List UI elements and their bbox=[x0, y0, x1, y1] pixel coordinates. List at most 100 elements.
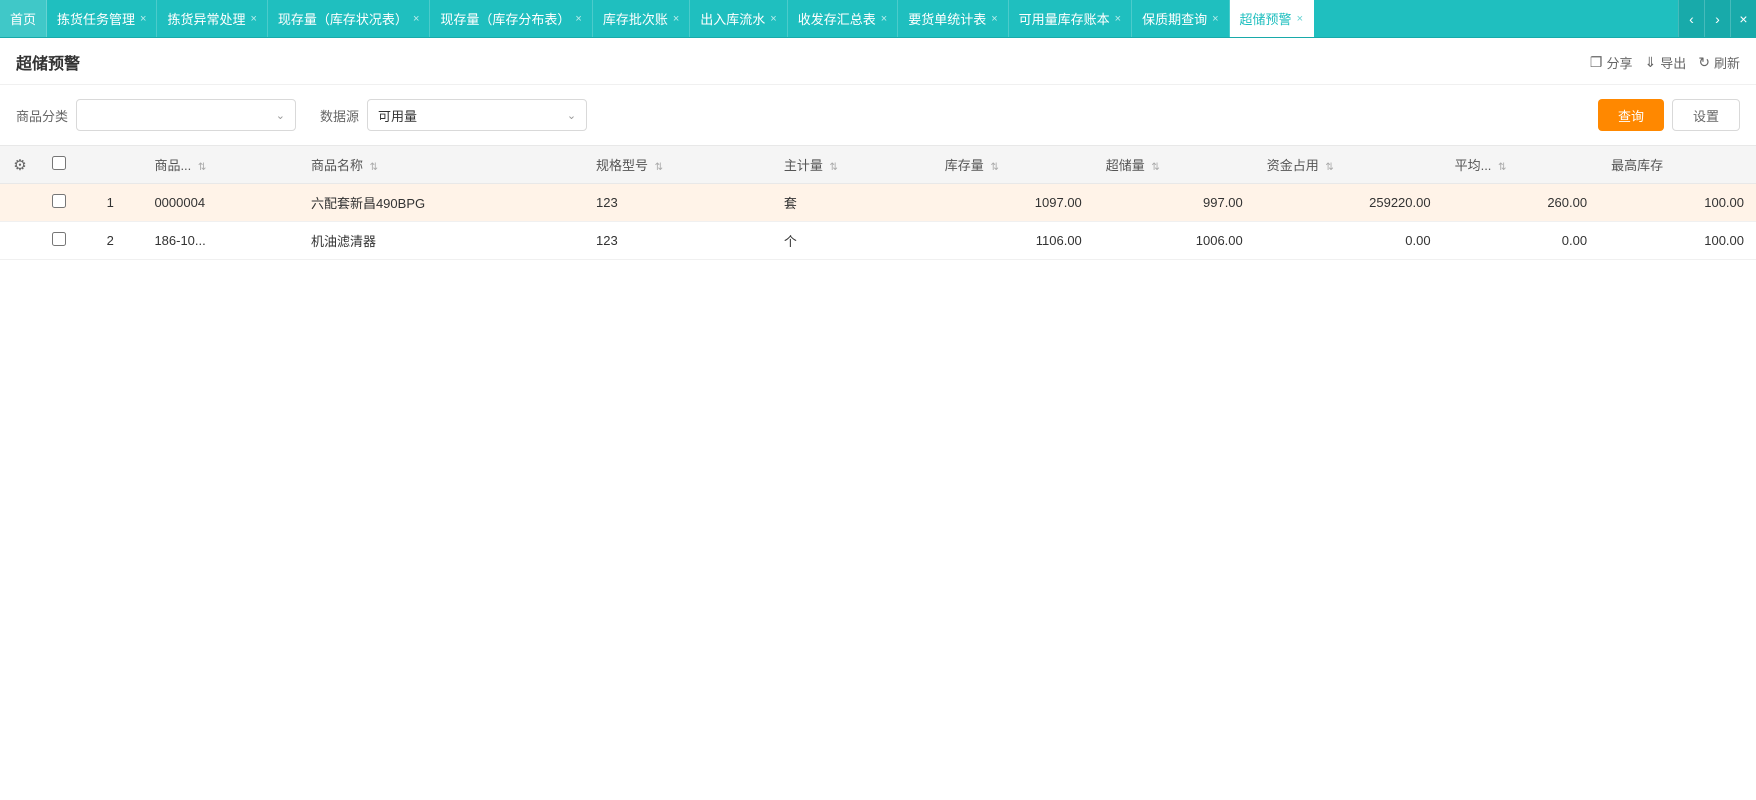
nav-tab-quality-check[interactable]: 保质期查询 × bbox=[1132, 0, 1229, 38]
sort-product-code-icon: ⇅ bbox=[198, 162, 206, 173]
datasource-label: 数据源 bbox=[320, 106, 359, 125]
td-max-stock-0: 100.00 bbox=[1599, 184, 1756, 222]
close-tab-receive-summary[interactable]: × bbox=[881, 13, 887, 25]
share-icon: ❐ bbox=[1590, 54, 1603, 71]
td-overstock-qty-0: 997.00 bbox=[1094, 184, 1255, 222]
category-select[interactable]: ⌄ bbox=[76, 99, 296, 131]
select-all-checkbox[interactable] bbox=[52, 156, 66, 170]
nav-tab-abnormal-proc[interactable]: 拣货异常处理 × bbox=[157, 0, 267, 38]
refresh-button[interactable]: ↻ 刷新 bbox=[1698, 53, 1740, 72]
th-index bbox=[78, 146, 142, 184]
export-icon: ⇓ bbox=[1645, 54, 1657, 71]
th-stock-qty[interactable]: 库存量 ⇅ bbox=[933, 146, 1094, 184]
th-overstock-qty[interactable]: 超储量 ⇅ bbox=[1094, 146, 1255, 184]
close-tab-inout-flow[interactable]: × bbox=[770, 13, 776, 25]
close-tab-overstock-warn[interactable]: × bbox=[1297, 13, 1303, 25]
td-product-code-1: 186-10... bbox=[142, 222, 299, 260]
table-row: 1 0000004 六配套新昌490BPG 123 套 1097.00 997.… bbox=[0, 184, 1756, 222]
share-button[interactable]: ❐ 分享 bbox=[1590, 53, 1633, 72]
nav-tab-stock-status[interactable]: 现存量（库存状况表） × bbox=[268, 0, 430, 38]
nav-tab-avail-account[interactable]: 可用量库存账本 × bbox=[1009, 0, 1132, 38]
td-avg-1: 0.00 bbox=[1443, 222, 1600, 260]
export-button[interactable]: ⇓ 导出 bbox=[1645, 53, 1687, 72]
td-avg-0: 260.00 bbox=[1443, 184, 1600, 222]
nav-tab-receive-summary[interactable]: 收发存汇总表 × bbox=[788, 0, 898, 38]
row-checkbox-1[interactable] bbox=[52, 232, 66, 246]
td-settings-0 bbox=[0, 184, 40, 222]
nav-tab-overstock-warn[interactable]: 超储预警 × bbox=[1230, 0, 1314, 38]
th-max-stock[interactable]: 最高库存 bbox=[1599, 146, 1756, 184]
th-spec[interactable]: 规格型号 ⇅ bbox=[584, 146, 772, 184]
close-tab-avail-account[interactable]: × bbox=[1115, 13, 1121, 25]
nav-arrows: ‹ › × bbox=[1678, 0, 1756, 38]
datasource-dropdown-icon: ⌄ bbox=[567, 109, 576, 122]
td-unit-0: 套 bbox=[772, 184, 933, 222]
td-product-name-1: 机油滤清器 bbox=[299, 222, 584, 260]
column-settings-icon[interactable]: ⚙ bbox=[13, 157, 26, 174]
nav-tab-order-stats[interactable]: 要货单统计表 × bbox=[898, 0, 1008, 38]
td-index-1: 2 bbox=[78, 222, 142, 260]
td-capital-use-0: 259220.00 bbox=[1255, 184, 1443, 222]
td-settings-1 bbox=[0, 222, 40, 260]
row-checkbox-0[interactable] bbox=[52, 194, 66, 208]
td-product-code-0: 0000004 bbox=[142, 184, 299, 222]
td-product-name-0: 六配套新昌490BPG bbox=[299, 184, 584, 222]
top-nav: 首页 拣货任务管理 × 拣货异常处理 × 现存量（库存状况表） × 现存量（库存… bbox=[0, 0, 1756, 38]
page-title: 超储预警 bbox=[16, 50, 80, 74]
sort-spec-icon: ⇅ bbox=[655, 162, 663, 173]
close-tab-batch-account[interactable]: × bbox=[673, 13, 679, 25]
nav-tab-stock-dist[interactable]: 现存量（库存分布表） × bbox=[430, 0, 592, 38]
refresh-icon: ↻ bbox=[1698, 54, 1710, 71]
table-container: ⚙ 商品... ⇅ 商品名称 ⇅ 规格型号 bbox=[0, 145, 1756, 260]
category-dropdown-icon: ⌄ bbox=[276, 109, 285, 122]
query-button[interactable]: 查询 bbox=[1598, 99, 1664, 131]
datasource-filter: 数据源 可用量 ⌄ bbox=[320, 99, 587, 131]
settings-button[interactable]: 设置 bbox=[1672, 99, 1740, 131]
sort-avg-icon: ⇅ bbox=[1498, 162, 1506, 173]
table-row: 2 186-10... 机油滤清器 123 个 1106.00 1006.00 … bbox=[0, 222, 1756, 260]
nav-tab-task-mgmt[interactable]: 拣货任务管理 × bbox=[47, 0, 157, 38]
nav-tab-home[interactable]: 首页 bbox=[0, 0, 47, 38]
filter-area: 商品分类 ⌄ 数据源 可用量 ⌄ 查询 设置 bbox=[0, 85, 1756, 145]
sort-capital-use-icon: ⇅ bbox=[1325, 162, 1333, 173]
td-stock-qty-1: 1106.00 bbox=[933, 222, 1094, 260]
nav-close-button[interactable]: × bbox=[1730, 0, 1756, 38]
close-tab-order-stats[interactable]: × bbox=[991, 13, 997, 25]
th-checkbox bbox=[40, 146, 78, 184]
th-unit[interactable]: 主计量 ⇅ bbox=[772, 146, 933, 184]
category-label: 商品分类 bbox=[16, 106, 68, 125]
page-container: 超储预警 ❐ 分享 ⇓ 导出 ↻ 刷新 商品分类 ⌄ 数据源 bbox=[0, 38, 1756, 800]
nav-next-button[interactable]: › bbox=[1704, 0, 1730, 38]
th-settings: ⚙ bbox=[0, 146, 40, 184]
nav-tab-batch-account[interactable]: 库存批次账 × bbox=[593, 0, 690, 38]
td-checkbox-0[interactable] bbox=[40, 184, 78, 222]
close-tab-task-mgmt[interactable]: × bbox=[140, 13, 146, 25]
td-spec-0: 123 bbox=[584, 184, 772, 222]
close-tab-abnormal-proc[interactable]: × bbox=[250, 13, 256, 25]
header-actions: ❐ 分享 ⇓ 导出 ↻ 刷新 bbox=[1590, 53, 1740, 72]
close-tab-quality-check[interactable]: × bbox=[1212, 13, 1218, 25]
close-tab-stock-status[interactable]: × bbox=[413, 13, 419, 25]
datasource-value: 可用量 bbox=[378, 106, 417, 125]
td-stock-qty-0: 1097.00 bbox=[933, 184, 1094, 222]
filter-buttons: 查询 设置 bbox=[1598, 99, 1740, 131]
th-product-code[interactable]: 商品... ⇅ bbox=[142, 146, 299, 184]
td-checkbox-1[interactable] bbox=[40, 222, 78, 260]
th-capital-use[interactable]: 资金占用 ⇅ bbox=[1255, 146, 1443, 184]
table-header-row: ⚙ 商品... ⇅ 商品名称 ⇅ 规格型号 bbox=[0, 146, 1756, 184]
td-max-stock-1: 100.00 bbox=[1599, 222, 1756, 260]
nav-tab-inout-flow[interactable]: 出入库流水 × bbox=[690, 0, 787, 38]
nav-prev-button[interactable]: ‹ bbox=[1678, 0, 1704, 38]
th-product-name[interactable]: 商品名称 ⇅ bbox=[299, 146, 584, 184]
td-capital-use-1: 0.00 bbox=[1255, 222, 1443, 260]
th-avg[interactable]: 平均... ⇅ bbox=[1443, 146, 1600, 184]
sort-unit-icon: ⇅ bbox=[829, 162, 837, 173]
page-header: 超储预警 ❐ 分享 ⇓ 导出 ↻ 刷新 bbox=[0, 38, 1756, 85]
close-tab-stock-dist[interactable]: × bbox=[575, 13, 581, 25]
datasource-select[interactable]: 可用量 ⌄ bbox=[367, 99, 587, 131]
sort-product-name-icon: ⇅ bbox=[370, 162, 378, 173]
category-filter: 商品分类 ⌄ bbox=[16, 99, 296, 131]
td-spec-1: 123 bbox=[584, 222, 772, 260]
table-body: 1 0000004 六配套新昌490BPG 123 套 1097.00 997.… bbox=[0, 184, 1756, 260]
td-index-0: 1 bbox=[78, 184, 142, 222]
